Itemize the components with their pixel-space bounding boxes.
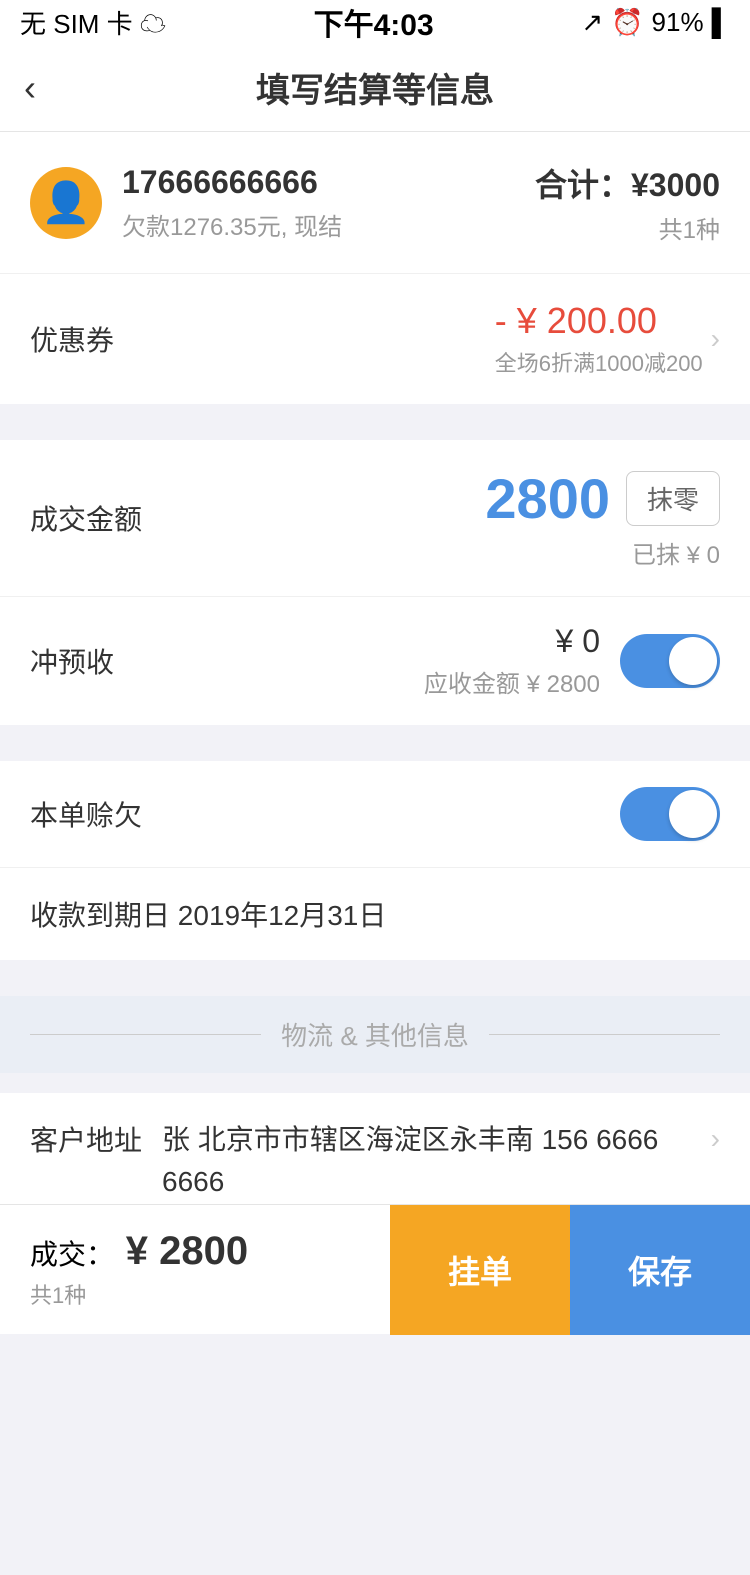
toggle-thumb [669,637,717,685]
bottom-bar: 成交： ¥ 2800 共1种 挂单 保存 [0,1204,750,1334]
deal-amount-value: 2800 [485,466,610,531]
divider-text: 物流 & 其他信息 [261,1016,489,1053]
bottom-summary: 成交： ¥ 2800 共1种 [0,1229,390,1310]
debt-label: 本单赊欠 [30,794,142,834]
coupon-info: - ¥ 200.00 全场6折满1000减200 [495,300,703,378]
status-right: ↗ ⏰ 91% ▌ [581,7,730,38]
bottom-deal-amount: ¥ 2800 [126,1229,248,1273]
status-left: 无 SIM 卡 ☁ [20,4,166,41]
prepay-value-group: ¥ 0 应收金额 ¥ 2800 [424,623,600,699]
deal-sub-label: 已抹 ¥ 0 [632,535,720,570]
debt-toggle-thumb [669,790,717,838]
customer-total: 合计：¥3000 共1种 [535,160,720,245]
prepay-row: 冲预收 ¥ 0 应收金额 ¥ 2800 [0,597,750,725]
content: 👤 17666666666 欠款1276.35元, 现结 合计：¥3000 共1… [0,132,750,1575]
location-icon: ↗ [581,7,603,38]
deal-amount-label: 成交金额 [30,498,142,538]
section-gap-4 [0,1073,750,1093]
customer-row: 👤 17666666666 欠款1276.35元, 现结 合计：¥3000 共1… [0,132,750,273]
save-button[interactable]: 保存 [570,1205,750,1335]
prepay-label: 冲预收 [30,641,114,681]
section-gap-2 [0,741,750,761]
duedate-value: 2019年12月31日 [178,900,387,931]
deal-section: 成交金额 2800 抹零 已抹 ¥ 0 冲预收 ¥ 0 应收金额 ¥ 2800 [0,440,750,725]
coupon-right: - ¥ 200.00 全场6折满1000减200 › [495,300,720,378]
alarm-icon: ⏰ [611,7,643,38]
prepay-amount: ¥ 0 [424,623,600,660]
address-value: 张 北京市市辖区海淀区永丰南 156 6666 6666 [162,1119,701,1203]
avatar-icon: 👤 [41,179,91,226]
deal-amount-row: 成交金额 2800 抹零 已抹 ¥ 0 [0,440,750,597]
prepay-sub: 应收金额 ¥ 2800 [424,664,600,699]
coupon-label: 优惠券 [30,319,114,359]
back-button[interactable]: ‹ [24,67,36,109]
customer-phone: 17666666666 [122,164,342,201]
deal-amount-value-group: 2800 抹零 [485,466,720,531]
debt-row: 本单赊欠 [0,761,750,868]
bottom-deal-line: 成交： ¥ 2800 [30,1229,360,1274]
divider-line-right [489,1034,720,1035]
divider-section: 物流 & 其他信息 [0,996,750,1073]
avatar: 👤 [30,167,102,239]
divider-line-left [30,1034,261,1035]
round-button[interactable]: 抹零 [626,471,720,526]
coupon-description: 全场6折满1000减200 [495,346,703,378]
section-gap-1 [0,420,750,440]
address-chevron-icon: › [711,1123,720,1155]
section-gap-3 [0,976,750,996]
nav-bar: ‹ 填写结算等信息 [0,44,750,132]
chevron-right-icon: › [711,323,720,355]
total-count: 共1种 [535,210,720,245]
prepay-right: ¥ 0 应收金额 ¥ 2800 [424,623,720,699]
duedate-label: 收款到期日 [30,900,170,931]
hang-button[interactable]: 挂单 [390,1205,570,1335]
customer-card: 👤 17666666666 欠款1276.35元, 现结 合计：¥3000 共1… [0,132,750,404]
debt-section: 本单赊欠 收款到期日 2019年12月31日 [0,761,750,960]
prepay-toggle[interactable] [620,634,720,688]
debt-toggle[interactable] [620,787,720,841]
coupon-row[interactable]: 优惠券 - ¥ 200.00 全场6折满1000减200 › [0,273,750,404]
coupon-discount: - ¥ 200.00 [495,300,703,342]
address-label: 客户地址 [30,1119,142,1159]
duedate-row: 收款到期日 2019年12月31日 [0,868,750,960]
customer-debt: 欠款1276.35元, 现结 [122,207,342,242]
battery-icon: ▌ [712,7,730,38]
battery-level: 91% [652,7,704,38]
nav-title: 填写结算等信息 [256,63,494,112]
bottom-deal-label: 成交： [30,1239,114,1270]
total-amount: 合计：¥3000 [535,160,720,206]
customer-left: 👤 17666666666 欠款1276.35元, 现结 [30,164,342,242]
status-bar: 无 SIM 卡 ☁ 下午4:03 ↗ ⏰ 91% ▌ [0,0,750,44]
bottom-count: 共1种 [30,1278,360,1310]
customer-info: 17666666666 欠款1276.35元, 现结 [122,164,342,242]
sim-status: 无 SIM 卡 ☁ [20,4,166,41]
status-time: 下午4:03 [314,0,434,44]
